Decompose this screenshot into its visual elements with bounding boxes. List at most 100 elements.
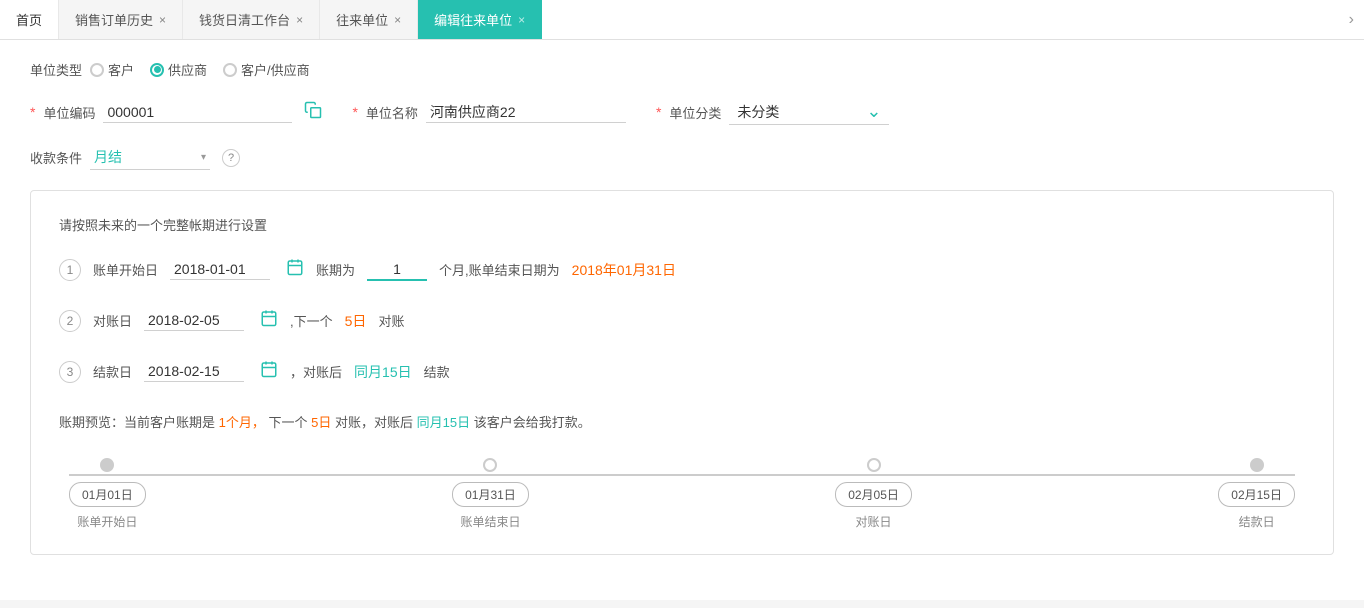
unit-code-label: 单位编码: [43, 103, 95, 122]
unit-name-field: * 单位名称: [352, 102, 625, 123]
tab-partner-units-label: 往来单位: [336, 10, 388, 29]
timeline-label-1: 账单开始日: [77, 513, 137, 530]
step-3-suffix-text: ，对账后: [290, 362, 342, 381]
radio-group: 客户 供应商 客户/供应商: [90, 60, 310, 79]
step-2-suffix-after: 对账: [378, 311, 404, 330]
main-content: 单位类型 客户 供应商 客户/供应商 * 单位编码: [0, 40, 1364, 600]
unit-name-label: 单位名称: [366, 103, 418, 122]
unit-code-required: *: [30, 104, 35, 120]
preview-middle2: 对账，对账后: [335, 415, 413, 430]
preview-suffix: 该客户会给我打款。: [474, 415, 591, 430]
unit-classify-required: *: [656, 104, 661, 120]
unit-code-field: * 单位编码: [30, 101, 322, 124]
unit-name-input[interactable]: [426, 102, 626, 123]
tab-edit-partner[interactable]: 编辑往来单位 ×: [418, 0, 542, 39]
preview-text: 账期预览：当前客户账期是 1个月， 下一个 5日 对账，对账后 同月15日 该客…: [59, 411, 1305, 434]
preview-highlight2: 5日: [311, 415, 331, 430]
timeline-dot-3: [867, 458, 881, 472]
step-2-row: 2 对账日 ,下一个 5日 对账: [59, 309, 1305, 332]
timeline-node-4: 02月15日 结款日: [1218, 458, 1295, 530]
help-icon[interactable]: ?: [222, 149, 240, 167]
timeline-label-4: 结款日: [1239, 513, 1275, 530]
unit-info-row: * 单位编码 * 单位名称 * 单位分类 未分类 ⌄: [30, 99, 1334, 125]
collection-condition-arrow: ▾: [201, 152, 206, 163]
collection-condition-row: 收款条件 月结 ▾ ?: [30, 145, 1334, 170]
timeline-badge-4: 02月15日: [1218, 482, 1295, 507]
panel-title: 请按照未来的一个完整帐期进行设置: [59, 215, 1305, 234]
timeline-dot-4: [1250, 458, 1264, 472]
timeline-dot-1: [100, 458, 114, 472]
radio-customer[interactable]: 客户: [90, 60, 134, 79]
timeline-node-3: 02月05日 对账日: [835, 458, 912, 530]
step-1-middle-text: 账期为: [316, 260, 355, 279]
step-2-cal-icon[interactable]: [260, 309, 278, 332]
preview-highlight1: 1个月，: [219, 415, 265, 430]
step-3-cal-icon[interactable]: [260, 360, 278, 383]
unit-type-field: 单位类型 客户 供应商 客户/供应商: [30, 60, 310, 79]
tab-edit-partner-label: 编辑往来单位: [434, 10, 512, 29]
tab-cash-work[interactable]: 钱货日清工作台 ×: [183, 0, 320, 39]
radio-customer-supplier-circle: [223, 63, 237, 77]
step-3-suffix-after: 结款: [424, 362, 450, 381]
step-2-suffix-text: ,下一个: [290, 311, 333, 330]
tab-partner-units-close[interactable]: ×: [394, 13, 401, 27]
timeline-label-2: 账单结束日: [460, 513, 520, 530]
tab-sales-history[interactable]: 销售订单历史 ×: [59, 0, 183, 39]
unit-classify-field: * 单位分类 未分类 ⌄: [656, 99, 889, 125]
step-1-end-date: 2018年01月31日: [572, 260, 676, 280]
radio-customer-circle: [90, 63, 104, 77]
step-1-row: 1 账单开始日 账期为 个月,账单结束日期为 2018年01月31日: [59, 258, 1305, 281]
radio-supplier[interactable]: 供应商: [150, 60, 207, 79]
step-1-months-input[interactable]: [367, 259, 427, 281]
tab-edit-partner-close[interactable]: ×: [518, 13, 525, 27]
collection-condition-field: 收款条件 月结 ▾ ?: [30, 145, 240, 170]
tab-cash-work-label: 钱货日清工作台: [199, 10, 290, 29]
step-1-date-input[interactable]: [170, 259, 270, 280]
unit-name-required: *: [352, 104, 357, 120]
tab-cash-work-close[interactable]: ×: [296, 13, 303, 27]
step-3-label: 结款日: [93, 362, 132, 381]
tab-bar-more-arrow[interactable]: ›: [1339, 0, 1364, 39]
collection-condition-value: 月结: [94, 147, 197, 167]
unit-classify-value: 未分类: [737, 102, 860, 122]
tab-home[interactable]: 首页: [0, 0, 59, 39]
preview-middle: 下一个: [269, 415, 308, 430]
timeline-badge-1: 01月01日: [69, 482, 146, 507]
copy-icon[interactable]: [304, 101, 322, 124]
step-1-cal-icon[interactable]: [286, 258, 304, 281]
step-2-suffix-highlight: 5日: [345, 311, 367, 331]
step-1-label: 账单开始日: [93, 260, 158, 279]
radio-supplier-label: 供应商: [168, 60, 207, 79]
unit-code-input[interactable]: [103, 102, 292, 123]
step-3-date-input[interactable]: [144, 361, 244, 382]
step-1-months-unit: 个月,账单结束日期为: [439, 260, 560, 279]
settings-panel: 请按照未来的一个完整帐期进行设置 1 账单开始日 账期为 个月,账单结束日期为 …: [30, 190, 1334, 555]
collection-condition-select[interactable]: 月结 ▾: [90, 145, 210, 170]
unit-type-row: 单位类型 客户 供应商 客户/供应商: [30, 60, 1334, 79]
step-2-num: 2: [59, 310, 81, 332]
step-3-row: 3 结款日 ，对账后 同月15日 结款: [59, 360, 1305, 383]
preview-prefix: 账期预览：当前客户账期是: [59, 415, 215, 430]
timeline-dot-2: [483, 458, 497, 472]
timeline-line: [69, 474, 1295, 476]
unit-classify-select[interactable]: 未分类 ⌄: [729, 99, 889, 125]
timeline-label-3: 对账日: [856, 513, 892, 530]
tab-bar: 首页 销售订单历史 × 钱货日清工作台 × 往来单位 × 编辑往来单位 × ›: [0, 0, 1364, 40]
preview-highlight3: 同月15日: [417, 415, 470, 430]
timeline-badge-3: 02月05日: [835, 482, 912, 507]
radio-customer-supplier-label: 客户/供应商: [241, 60, 310, 79]
radio-supplier-circle: [150, 63, 164, 77]
timeline-container: 01月01日 账单开始日 01月31日 账单结束日 02月05日: [59, 458, 1305, 530]
unit-type-label: 单位类型: [30, 60, 82, 79]
radio-customer-supplier[interactable]: 客户/供应商: [223, 60, 310, 79]
tab-sales-history-close[interactable]: ×: [159, 13, 166, 27]
radio-customer-label: 客户: [108, 60, 134, 79]
timeline-badge-2: 01月31日: [452, 482, 529, 507]
timeline-node-2: 01月31日 账单结束日: [452, 458, 529, 530]
tab-partner-units[interactable]: 往来单位 ×: [320, 0, 418, 39]
tab-home-label: 首页: [16, 10, 42, 29]
unit-classify-label: 单位分类: [669, 103, 721, 122]
step-2-date-input[interactable]: [144, 310, 244, 331]
tab-sales-history-label: 销售订单历史: [75, 10, 153, 29]
timeline-node-1: 01月01日 账单开始日: [69, 458, 146, 530]
